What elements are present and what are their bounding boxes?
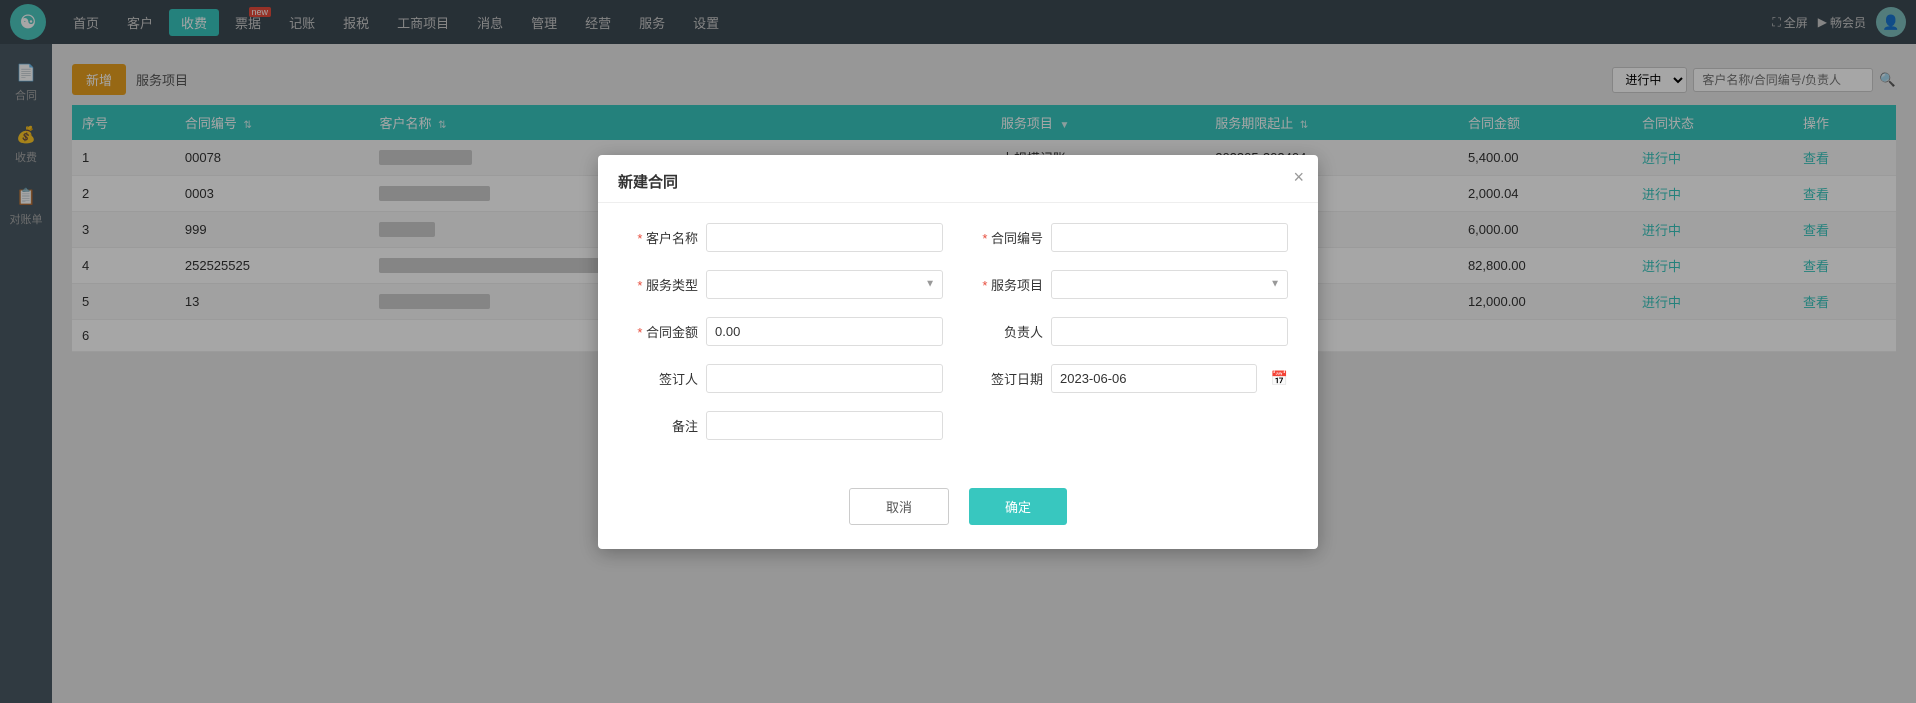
form-row-4: 签订人 签订日期 📅 [628,364,1288,393]
field-responsible: 负责人 [973,317,1288,346]
input-contract-amount[interactable] [706,317,943,346]
input-customer-name[interactable] [706,223,943,252]
form-row-2: 服务类型 ▼ 服务项目 ▼ [628,270,1288,299]
new-contract-modal: 新建合同 × 客户名称 合同编号 服务类型 [598,155,1318,549]
label-responsible: 负责人 [973,322,1043,341]
modal-header: 新建合同 × [598,155,1318,203]
label-service-type: 服务类型 [628,275,698,294]
modal-close-button[interactable]: × [1293,167,1304,188]
service-type-select-wrap: ▼ [706,270,943,299]
field-customer-name: 客户名称 [628,223,943,252]
form-row-1: 客户名称 合同编号 [628,223,1288,252]
field-contract-no: 合同编号 [973,223,1288,252]
field-sign-date: 签订日期 📅 [973,364,1288,393]
input-remark[interactable] [706,411,943,440]
field-service-item: 服务项目 ▼ [973,270,1288,299]
field-signer: 签订人 [628,364,943,393]
modal-title: 新建合同 [618,174,678,191]
select-service-type[interactable] [706,270,943,299]
select-service-item[interactable] [1051,270,1288,299]
modal-overlay: 新建合同 × 客户名称 合同编号 服务类型 [0,0,1916,703]
modal-body: 客户名称 合同编号 服务类型 ▼ [598,203,1318,478]
calendar-icon[interactable]: 📅 [1271,370,1288,387]
form-row-5: 备注 [628,411,1288,440]
label-service-item: 服务项目 [973,275,1043,294]
field-remark: 备注 [628,411,943,440]
input-responsible[interactable] [1051,317,1288,346]
field-contract-amount: 合同金额 [628,317,943,346]
label-contract-no: 合同编号 [973,228,1043,247]
input-contract-no[interactable] [1051,223,1288,252]
label-customer-name: 客户名称 [628,228,698,247]
label-remark: 备注 [628,416,698,435]
label-contract-amount: 合同金额 [628,322,698,341]
confirm-button[interactable]: 确定 [969,488,1067,525]
input-signer[interactable] [706,364,943,393]
service-item-select-wrap: ▼ [1051,270,1288,299]
label-signer: 签订人 [628,369,698,388]
field-service-type: 服务类型 ▼ [628,270,943,299]
input-sign-date[interactable] [1051,364,1257,393]
label-sign-date: 签订日期 [973,369,1043,388]
form-row-3: 合同金额 负责人 [628,317,1288,346]
cancel-button[interactable]: 取消 [849,488,949,525]
modal-footer: 取消 确定 [598,478,1318,549]
